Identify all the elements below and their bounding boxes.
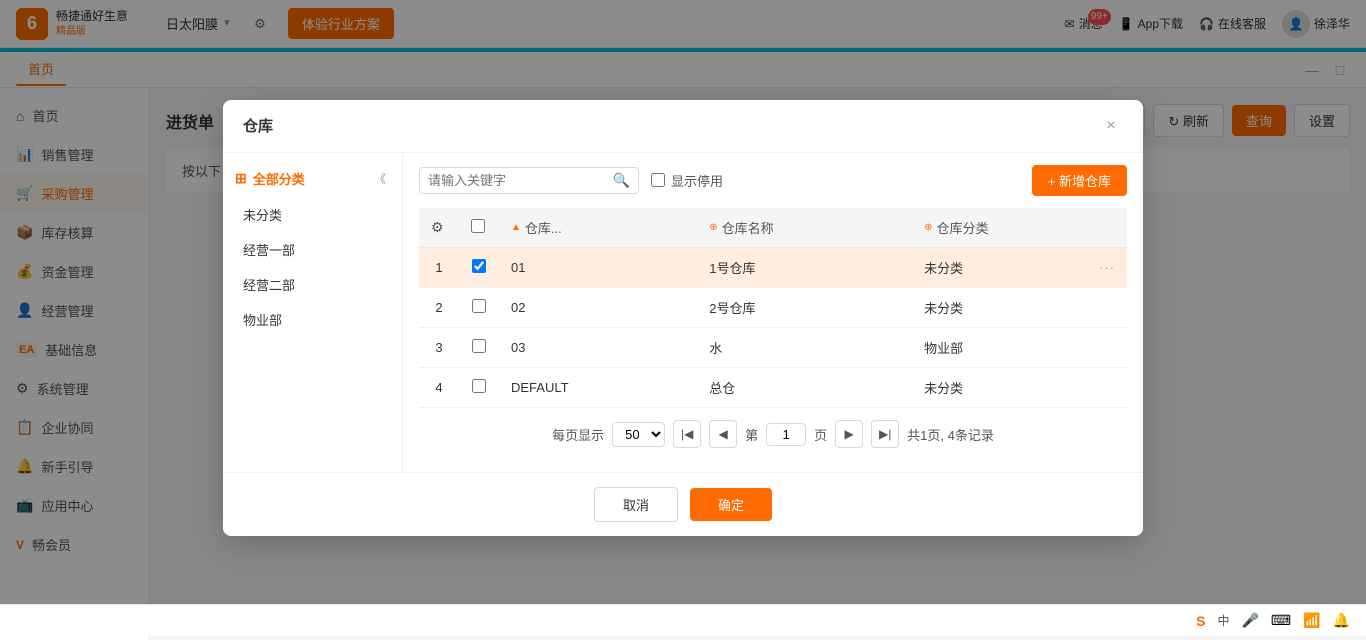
- search-icon[interactable]: 🔍: [613, 172, 630, 189]
- per-page-select[interactable]: 50: [612, 422, 665, 447]
- grid-icon: ⊞: [235, 170, 247, 187]
- table-row: 2 02 2号仓库 未分类: [419, 288, 1127, 328]
- category-item-unclassified[interactable]: 未分类: [231, 197, 394, 232]
- search-box: 🔍: [419, 167, 639, 194]
- table-row: 4 DEFAULT 总仓 未分类: [419, 368, 1127, 408]
- category-list: 未分类 经营一部 经营二部 物业部: [223, 197, 402, 337]
- th-checkbox: [459, 208, 499, 248]
- status-bar: S 中 🎤 ⌨ 📶 🔔: [0, 604, 1366, 636]
- row-index: 1: [419, 247, 459, 288]
- bell-icon[interactable]: 🔔: [1333, 612, 1350, 629]
- modal-footer: 取消 确定: [223, 472, 1143, 536]
- row-select-checkbox[interactable]: [472, 299, 486, 313]
- warehouse-modal: 仓库 × ⊞ 全部分类 《 未分类 经营一部 经营二部 物业部: [223, 100, 1143, 537]
- row-name: 2号仓库: [697, 288, 912, 328]
- row-index: 4: [419, 368, 459, 408]
- row-checkbox-cell: [459, 328, 499, 368]
- page-first-button[interactable]: |◀: [673, 420, 701, 448]
- category-all-label[interactable]: ⊞ 全部分类: [235, 169, 305, 188]
- warehouse-table: ⚙ ▲ 仓库...: [419, 208, 1127, 409]
- show-disabled-checkbox[interactable]: [651, 173, 665, 187]
- page-next-button[interactable]: ▶: [835, 420, 863, 448]
- category-item-ops2[interactable]: 经营二部: [231, 267, 394, 302]
- zh-label: 中: [1217, 612, 1229, 629]
- category-collapse-button[interactable]: 《: [370, 169, 390, 189]
- row-select-checkbox[interactable]: [472, 339, 486, 353]
- th-category: ⊕ 仓库分类: [912, 208, 1127, 248]
- row-code: 01: [499, 247, 697, 288]
- row-select-checkbox[interactable]: [472, 259, 486, 273]
- cancel-button[interactable]: 取消: [594, 487, 678, 522]
- row-checkbox-cell: [459, 288, 499, 328]
- s-logo: S: [1196, 613, 1205, 629]
- page-last-button[interactable]: ▶|: [871, 420, 899, 448]
- row-category: 未分类 ···: [912, 248, 1127, 288]
- pagination-bar: 每页显示 50 |◀ ◀ 第 页 ▶ ▶| 共1页, 4条记录: [419, 408, 1127, 460]
- row-index: 2: [419, 288, 459, 328]
- th-settings: ⚙: [419, 208, 459, 248]
- category-item-ops1[interactable]: 经营一部: [231, 232, 394, 267]
- category-panel: ⊞ 全部分类 《 未分类 经营一部 经营二部 物业部: [223, 153, 403, 473]
- sort-icon: ▲: [511, 222, 521, 233]
- th-code: ▲ 仓库...: [499, 208, 697, 248]
- row-code: 03: [499, 328, 697, 368]
- category-header: ⊞ 全部分类 《: [223, 161, 402, 197]
- row-checkbox-cell: [459, 368, 499, 408]
- row-name: 总仓: [697, 368, 912, 408]
- search-input[interactable]: [428, 173, 607, 188]
- row-name: 水: [697, 328, 912, 368]
- table-settings-icon[interactable]: ⚙: [431, 219, 444, 235]
- row-actions[interactable]: ···: [1099, 260, 1115, 275]
- table-body: 1 01 1号仓库 未分类 ··· 2 02 2号仓库 未分类 3: [419, 247, 1127, 408]
- sort-name-icon: ⊕: [709, 222, 717, 233]
- mic-icon[interactable]: 🎤: [1241, 612, 1258, 629]
- modal-title: 仓库: [243, 115, 273, 136]
- show-disabled-option: 显示停用: [651, 171, 723, 190]
- th-name: ⊕ 仓库名称: [697, 208, 912, 248]
- row-category: 物业部: [912, 328, 1127, 368]
- row-code: DEFAULT: [499, 368, 697, 408]
- modal-header: 仓库 ×: [223, 100, 1143, 153]
- modal-close-button[interactable]: ×: [1099, 114, 1123, 138]
- category-item-property[interactable]: 物业部: [231, 302, 394, 337]
- row-category: 未分类: [912, 368, 1127, 408]
- row-name: 1号仓库: [697, 247, 912, 288]
- row-code: 02: [499, 288, 697, 328]
- table-panel: 🔍 显示停用 + 新增仓库 ⚙: [403, 153, 1143, 473]
- modal-body: ⊞ 全部分类 《 未分类 经营一部 经营二部 物业部: [223, 153, 1143, 473]
- table-row: 1 01 1号仓库 未分类 ···: [419, 247, 1127, 288]
- select-all-checkbox[interactable]: [471, 219, 485, 233]
- row-checkbox-cell: [459, 247, 499, 288]
- table-toolbar: 🔍 显示停用 + 新增仓库: [419, 165, 1127, 196]
- modal-overlay: 仓库 × ⊞ 全部分类 《 未分类 经营一部 经营二部 物业部: [0, 0, 1366, 636]
- page-prev-button[interactable]: ◀: [709, 420, 737, 448]
- confirm-button[interactable]: 确定: [690, 488, 772, 521]
- row-category: 未分类: [912, 288, 1127, 328]
- add-warehouse-button[interactable]: + 新增仓库: [1032, 165, 1127, 196]
- row-select-checkbox[interactable]: [472, 379, 486, 393]
- page-number-input[interactable]: [766, 423, 806, 446]
- keyboard-icon[interactable]: ⌨: [1271, 612, 1291, 629]
- sort-cat-icon: ⊕: [924, 222, 932, 233]
- table-row: 3 03 水 物业部: [419, 328, 1127, 368]
- wifi-icon: 📶: [1303, 612, 1320, 629]
- row-index: 3: [419, 328, 459, 368]
- table-header-row: ⚙ ▲ 仓库...: [419, 208, 1127, 248]
